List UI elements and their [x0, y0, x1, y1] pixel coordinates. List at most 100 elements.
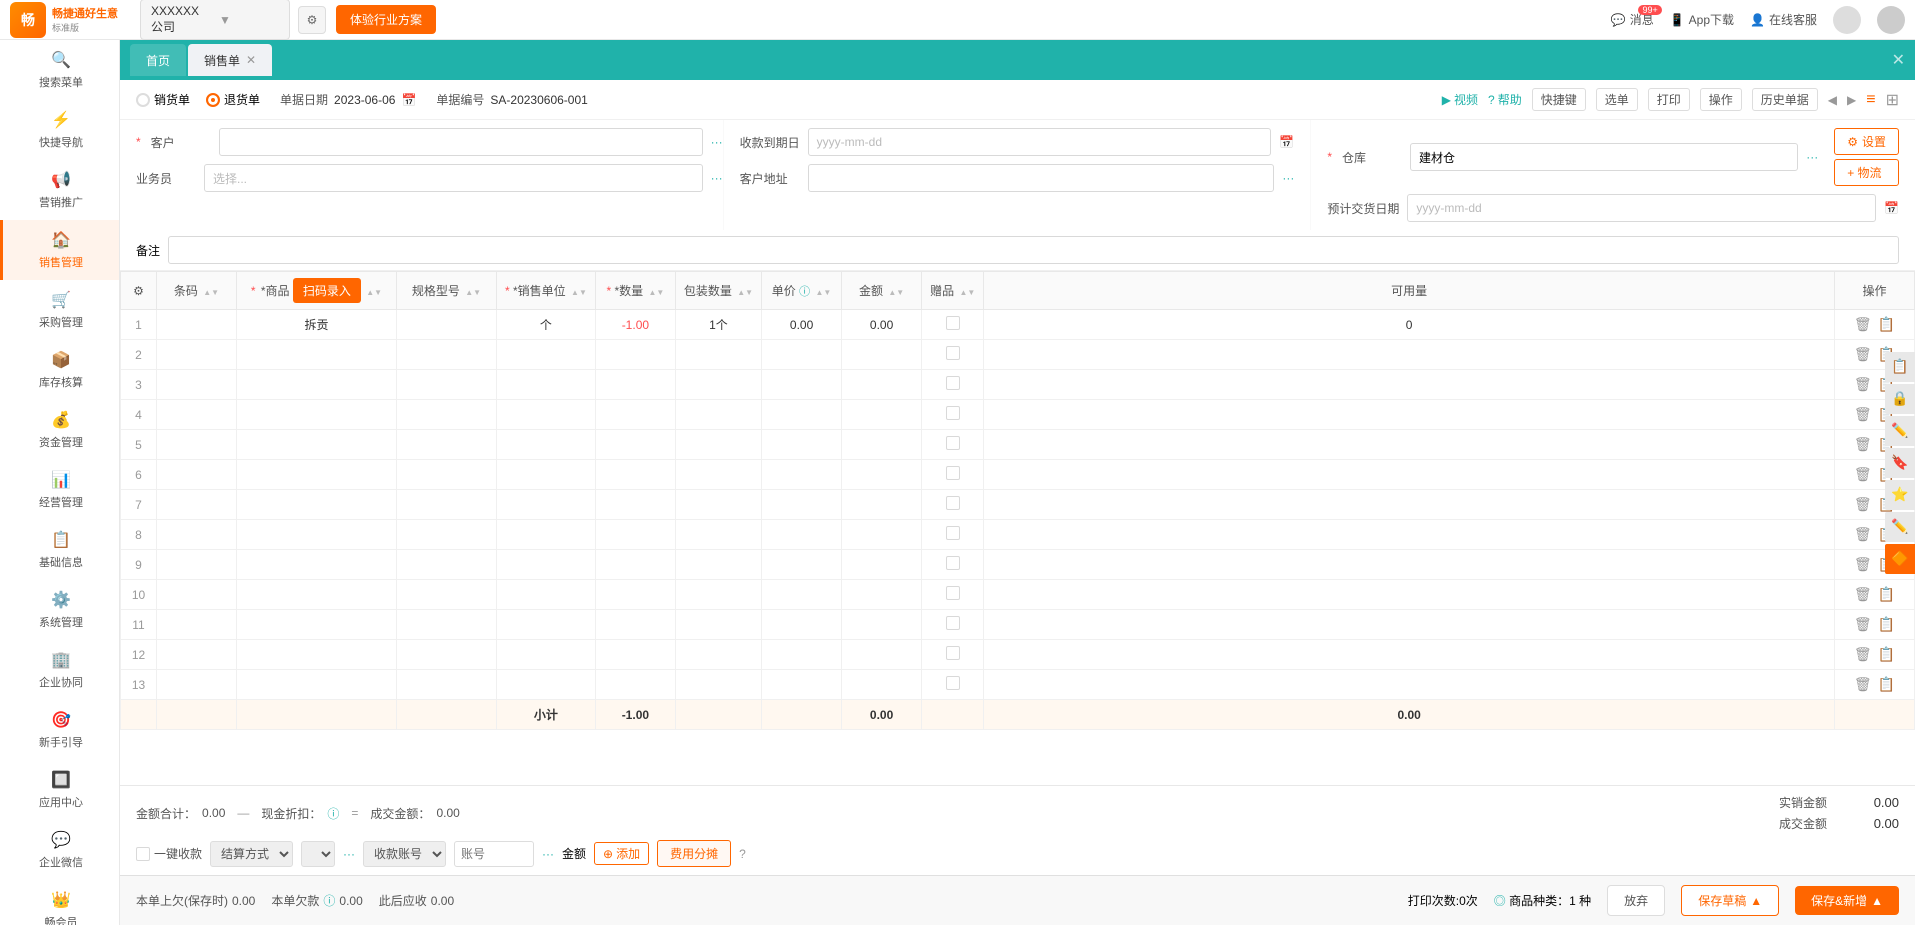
cell-unit[interactable] [497, 640, 596, 670]
float-btn-3[interactable]: ✏️ [1885, 416, 1915, 446]
cell-spec[interactable] [397, 400, 497, 430]
cell-amount[interactable] [842, 460, 922, 490]
float-btn-4[interactable]: 🔖 [1885, 448, 1915, 478]
scan-btn[interactable]: 扫码录入 [293, 278, 361, 303]
account-input[interactable] [454, 841, 534, 867]
copy-icon[interactable]: 📋 [1878, 316, 1895, 333]
cell-unit[interactable] [497, 610, 596, 640]
cell-gift[interactable] [922, 670, 984, 700]
account-select[interactable]: 收款账号 [363, 841, 446, 867]
cell-amount[interactable] [842, 430, 922, 460]
cell-amount[interactable] [842, 640, 922, 670]
gift-checkbox[interactable] [946, 586, 960, 600]
cell-price[interactable] [762, 550, 842, 580]
gift-checkbox[interactable] [946, 496, 960, 510]
float-btn-6[interactable]: ✏️ [1885, 512, 1915, 542]
cell-gift[interactable] [922, 340, 984, 370]
cell-goods[interactable] [237, 550, 397, 580]
cell-unit[interactable] [497, 670, 596, 700]
video-link[interactable]: ▶ 视频 [1442, 91, 1478, 108]
customer-dots[interactable]: ··· [711, 135, 723, 149]
cell-qty[interactable] [595, 430, 675, 460]
discount-info-icon[interactable]: ⓘ [327, 805, 339, 822]
delete-icon[interactable]: 🗑 [1854, 676, 1872, 693]
cell-unit[interactable]: 个 [497, 310, 596, 340]
float-btn-2[interactable]: 🔒 [1885, 384, 1915, 414]
remark-input[interactable] [168, 236, 1899, 264]
payment-method-select[interactable]: 结算方式 [210, 841, 293, 867]
delete-icon[interactable]: 🗑 [1854, 316, 1872, 333]
cell-gift[interactable] [922, 640, 984, 670]
sidebar-item-inventory[interactable]: 📦 库存核算 [0, 340, 119, 400]
cell-pkg[interactable]: 1个 [675, 310, 761, 340]
cell-gift[interactable] [922, 610, 984, 640]
cell-qty[interactable] [595, 460, 675, 490]
cell-barcode[interactable] [157, 550, 237, 580]
cell-pkg[interactable] [675, 640, 761, 670]
cell-goods[interactable] [237, 670, 397, 700]
cell-price[interactable] [762, 340, 842, 370]
cell-amount[interactable] [842, 490, 922, 520]
list-view-icon[interactable]: ≡ [1866, 91, 1875, 109]
float-btn-5[interactable]: ⭐ [1885, 480, 1915, 510]
cell-price[interactable]: 0.00 [762, 310, 842, 340]
sort-barcode[interactable]: ▲▼ [203, 289, 219, 297]
grid-view-icon[interactable]: ⊞ [1886, 90, 1899, 110]
cell-barcode[interactable] [157, 580, 237, 610]
addr-dots[interactable]: ··· [1282, 171, 1294, 185]
cell-pkg[interactable] [675, 550, 761, 580]
delete-icon[interactable]: 🗑 [1854, 496, 1872, 513]
account-dots[interactable]: ··· [542, 847, 554, 861]
delete-icon[interactable]: 🗑 [1854, 586, 1872, 603]
copy-icon[interactable]: 📋 [1878, 646, 1895, 663]
cell-price[interactable] [762, 640, 842, 670]
cell-amount[interactable] [842, 670, 922, 700]
tab-close-icon[interactable]: ✕ [246, 53, 256, 67]
experience-btn[interactable]: 体验行业方案 [336, 5, 436, 34]
next-icon[interactable]: ▶ [1847, 93, 1856, 107]
cell-pkg[interactable] [675, 340, 761, 370]
sidebar-item-basic[interactable]: 📋 基础信息 [0, 520, 119, 580]
sidebar-item-marketing[interactable]: 📢 营销推广 [0, 160, 119, 220]
cell-amount[interactable] [842, 400, 922, 430]
cell-unit[interactable] [497, 370, 596, 400]
expected-date-input[interactable]: yyyy-mm-dd [1407, 194, 1876, 222]
sort-gift[interactable]: ▲▼ [959, 289, 975, 297]
sidebar-item-newbie[interactable]: 🎯 新手引导 [0, 700, 119, 760]
sidebar-item-purchase[interactable]: 🛒 采购管理 [0, 280, 119, 340]
delete-icon[interactable]: 🗑 [1854, 376, 1872, 393]
cell-gift[interactable] [922, 310, 984, 340]
delete-icon[interactable]: 🗑 [1854, 406, 1872, 423]
payment-checkbox[interactable] [136, 847, 150, 861]
delete-icon[interactable]: 🗑 [1854, 436, 1872, 453]
online-service-btn[interactable]: 👤 在线客服 [1750, 11, 1817, 28]
cell-goods[interactable]: 拆贡 [237, 310, 397, 340]
one-click-payment[interactable]: 一键收款 [136, 845, 202, 862]
cell-pkg[interactable] [675, 580, 761, 610]
cell-spec[interactable] [397, 670, 497, 700]
gift-checkbox[interactable] [946, 376, 960, 390]
app-download-btn[interactable]: 📱 App下载 [1670, 11, 1734, 28]
cell-qty[interactable] [595, 580, 675, 610]
cell-spec[interactable] [397, 430, 497, 460]
cell-amount[interactable]: 0.00 [842, 310, 922, 340]
delete-icon[interactable]: 🗑 [1854, 616, 1872, 633]
prev-icon[interactable]: ◀ [1828, 93, 1837, 107]
cell-unit[interactable] [497, 550, 596, 580]
cell-qty[interactable] [595, 370, 675, 400]
cell-qty[interactable] [595, 400, 675, 430]
cell-barcode[interactable] [157, 310, 237, 340]
cell-unit[interactable] [497, 520, 596, 550]
sort-qty[interactable]: ▲▼ [648, 289, 664, 297]
cell-amount[interactable] [842, 340, 922, 370]
sort-goods[interactable]: ▲▼ [366, 289, 382, 297]
cell-spec[interactable] [397, 370, 497, 400]
cell-barcode[interactable] [157, 610, 237, 640]
cell-price[interactable] [762, 490, 842, 520]
delete-icon[interactable]: 🗑 [1854, 646, 1872, 663]
cell-qty[interactable] [595, 670, 675, 700]
cell-unit[interactable] [497, 430, 596, 460]
sidebar-item-system[interactable]: ⚙️ 系统管理 [0, 580, 119, 640]
cell-qty[interactable] [595, 490, 675, 520]
customer-addr-input[interactable] [808, 164, 1275, 192]
